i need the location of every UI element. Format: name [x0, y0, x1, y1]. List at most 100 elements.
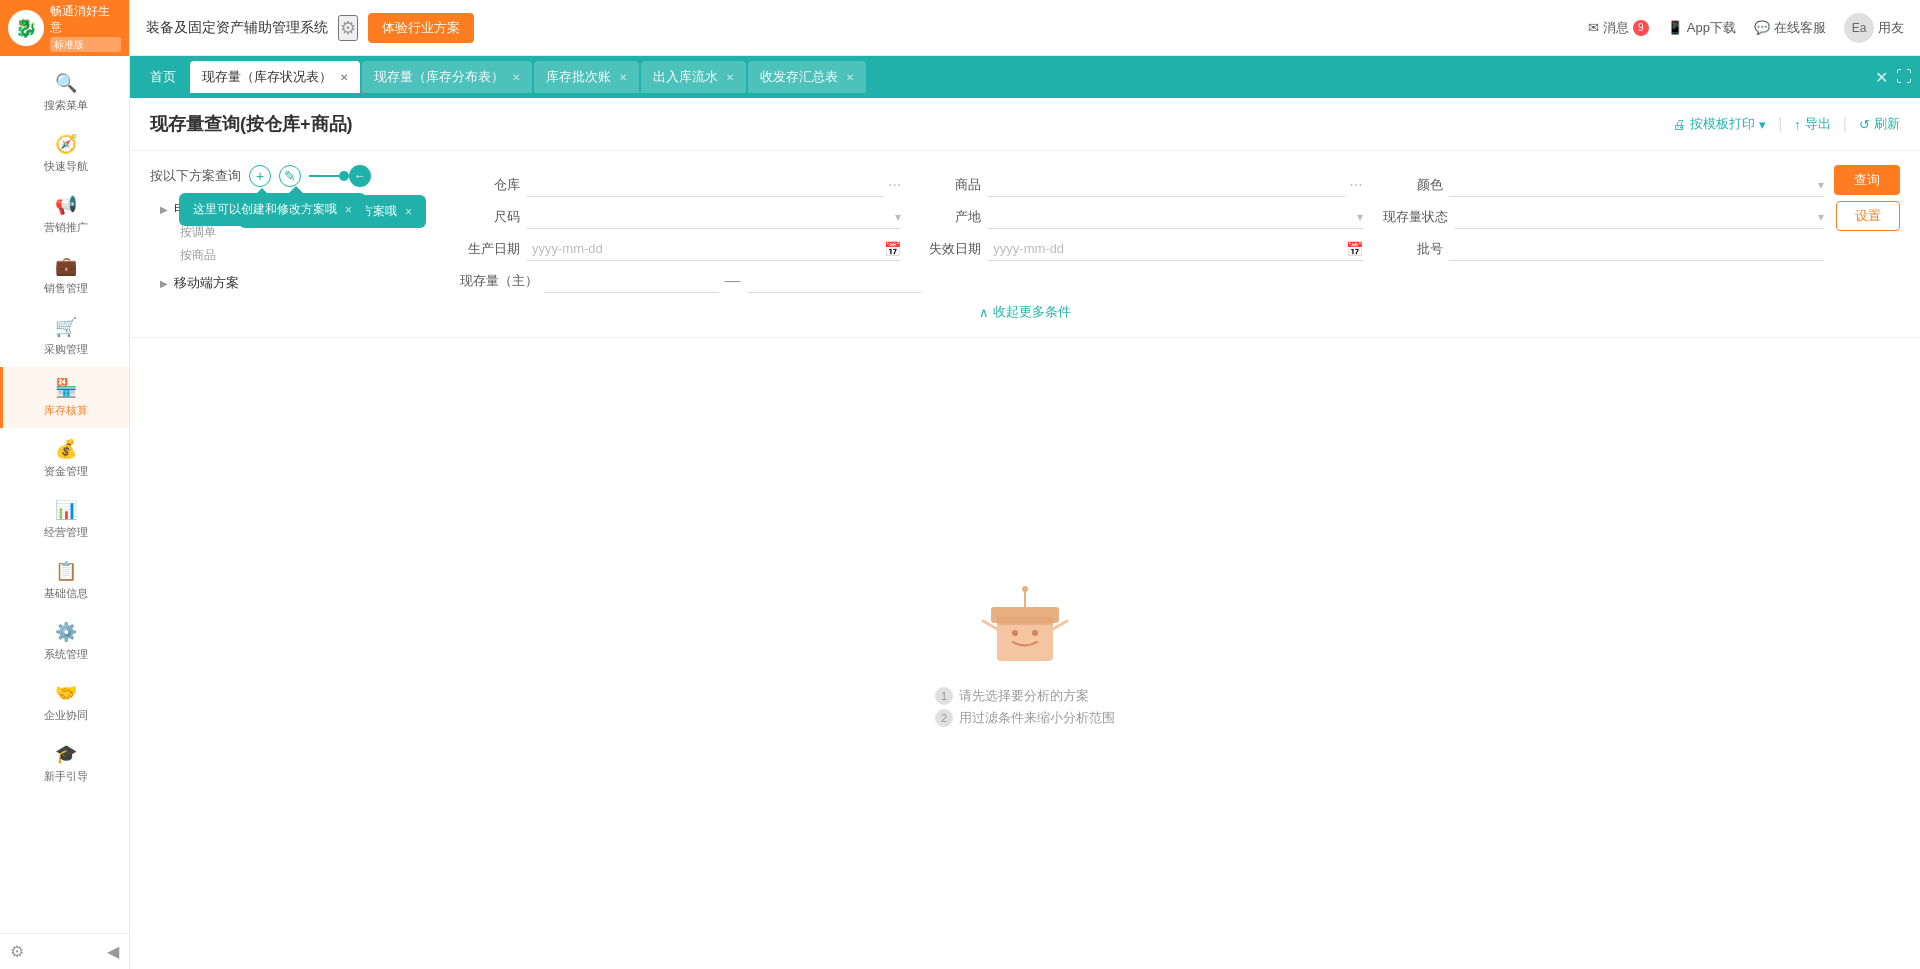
batch-no-input[interactable] [1449, 237, 1824, 261]
scheme-pc-child2[interactable]: 按商品 [180, 244, 450, 267]
export-btn[interactable]: ↑ 导出 [1794, 115, 1831, 133]
sidebar-item-label: 快速导航 [44, 159, 88, 174]
color-select[interactable] [1449, 173, 1824, 197]
collapse-sidebar-btn[interactable]: ◀ [107, 942, 119, 961]
filter-left-col: 按以下方案查询 + 电脑方案可设为移动方案哦 × ✎ [150, 165, 450, 295]
sidebar-item-label: 营销推广 [44, 220, 88, 235]
sidebar-item-sales[interactable]: 💼 销售管理 [0, 245, 129, 306]
print-btn[interactable]: 🖨 按模板打印 ▾ [1673, 115, 1766, 133]
expand-tab-btn[interactable]: ⛶ [1896, 68, 1912, 86]
chevron-down-icon: ▾ [1818, 178, 1824, 192]
settings-footer-btn[interactable]: ⚙ [10, 942, 24, 961]
exp-date-label: 失效日期 [921, 240, 981, 258]
sidebar-item-enterprise[interactable]: 🤝 企业协同 [0, 672, 129, 733]
chevron-down-icon: ▾ [895, 210, 901, 224]
topbar-app-download[interactable]: 📱 App下载 [1667, 19, 1736, 37]
batch-no-input-wrap [1449, 237, 1824, 261]
add-tooltip-close-btn[interactable]: × [405, 205, 412, 219]
back-btn[interactable]: ← [349, 165, 371, 187]
size-select[interactable] [526, 205, 901, 229]
size-input-wrap: ▾ [526, 205, 901, 229]
tab-label: 收发存汇总表 [760, 68, 838, 86]
message-badge: 9 [1633, 20, 1649, 36]
tab-label: 现存量（库存分布表） [374, 68, 504, 86]
sidebar-item-label: 库存核算 [44, 403, 88, 418]
sidebar-item-operation[interactable]: 📊 经营管理 [0, 489, 129, 550]
exp-date-input-wrap: 📅 [987, 237, 1362, 261]
tab-inout[interactable]: 出入库流水 ✕ [641, 61, 746, 93]
sidebar-item-newbie[interactable]: 🎓 新手引导 [0, 733, 129, 794]
page-header-actions: 🖨 按模板打印 ▾ | ↑ 导出 | ↺ 刷新 [1673, 115, 1900, 133]
tab-close-btn[interactable]: ✕ [726, 72, 734, 83]
system-icon: ⚙️ [55, 621, 77, 643]
tab-summary[interactable]: 收发存汇总表 ✕ [748, 61, 866, 93]
prod-date-input-wrap: 📅 [526, 237, 901, 261]
filter-stock-status: 现存量状态 ▾ [1383, 205, 1824, 229]
stock-status-label: 现存量状态 [1383, 208, 1448, 226]
tab-batch[interactable]: 库存批次账 ✕ [534, 61, 639, 93]
prod-date-input[interactable] [526, 237, 901, 261]
tab-close-btn[interactable]: ✕ [619, 72, 627, 83]
message-icon: ✉ [1588, 20, 1599, 35]
edit-tooltip-close-btn[interactable]: × [345, 203, 352, 217]
sidebar-item-label: 新手引导 [44, 769, 88, 784]
svg-point-6 [1022, 586, 1028, 592]
goods-dots-btn[interactable]: ··· [1349, 176, 1362, 194]
reset-btn[interactable]: 设置 [1836, 201, 1900, 231]
topbar: 装备及固定资产辅助管理系统 ⚙ 体验行业方案 ✉ 消息 9 📱 App下载 💬 … [130, 0, 1920, 56]
warehouse-dots-btn[interactable]: ··· [888, 176, 901, 194]
filter-fields-and-actions: 仓库 ··· 商品 [460, 165, 1900, 293]
support-icon: 💬 [1754, 20, 1770, 35]
topbar-settings-btn[interactable]: ⚙ [338, 15, 358, 41]
experience-btn[interactable]: 体验行业方案 [368, 13, 474, 43]
topbar-messages[interactable]: ✉ 消息 9 [1588, 19, 1649, 37]
sidebar-item-basic[interactable]: 📋 基础信息 [0, 550, 129, 611]
tabs-bar-end: ✕ ⛶ [1875, 68, 1912, 87]
sidebar-item-finance[interactable]: 💰 资金管理 [0, 428, 129, 489]
origin-select[interactable] [987, 205, 1362, 229]
tab-home[interactable]: 首页 [138, 61, 188, 93]
stock-main-from[interactable] [544, 269, 719, 293]
tab-inventory-status[interactable]: 现存量（库存状况表） ✕ [190, 61, 360, 93]
sales-icon: 💼 [55, 255, 77, 277]
warehouse-input[interactable] [526, 173, 884, 197]
filter-collapse-btn[interactable]: ∧ 收起更多条件 [150, 295, 1900, 329]
filter-actions: 查询 设置 [1834, 165, 1900, 231]
phone-icon: 📱 [1667, 20, 1683, 35]
sidebar-item-search[interactable]: 🔍 搜索菜单 [0, 62, 129, 123]
filter-prod-date: 生产日期 📅 [460, 237, 901, 261]
connector: ← [309, 165, 371, 187]
stock-status-select[interactable] [1454, 205, 1824, 229]
tab-close-btn[interactable]: ✕ [340, 72, 348, 83]
main-area: 装备及固定资产辅助管理系统 ⚙ 体验行业方案 ✉ 消息 9 📱 App下载 💬 … [130, 0, 1920, 969]
tab-label: 库存批次账 [546, 68, 611, 86]
search-btn[interactable]: 查询 [1834, 165, 1900, 195]
support-label: 在线客服 [1774, 19, 1826, 37]
stock-main-to[interactable] [747, 269, 922, 293]
scheme-mobile[interactable]: ▶ 移动端方案 [160, 271, 450, 295]
page-header: 现存量查询(按仓库+商品) 🖨 按模板打印 ▾ | ↑ 导出 | ↺ 刷新 [130, 98, 1920, 151]
exp-date-input[interactable] [987, 237, 1362, 261]
sidebar-item-quick-nav[interactable]: 🧭 快速导航 [0, 123, 129, 184]
topbar-user[interactable]: Ea 用友 [1844, 13, 1904, 43]
sidebar-item-marketing[interactable]: 📢 营销推广 [0, 184, 129, 245]
prod-date-calendar-icon[interactable]: 📅 [884, 241, 901, 257]
filter-origin: 产地 ▾ [921, 205, 1362, 229]
export-icon: ↑ [1794, 117, 1801, 132]
goods-input[interactable] [987, 173, 1345, 197]
sidebar-item-inventory[interactable]: 🏪 库存核算 [0, 367, 129, 428]
refresh-btn[interactable]: ↺ 刷新 [1859, 115, 1900, 133]
sidebar-item-system[interactable]: ⚙️ 系统管理 [0, 611, 129, 672]
tab-inventory-dist[interactable]: 现存量（库存分布表） ✕ [362, 61, 532, 93]
operation-icon: 📊 [55, 499, 77, 521]
sidebar-item-purchase[interactable]: 🛒 采购管理 [0, 306, 129, 367]
tab-close-btn[interactable]: ✕ [846, 72, 854, 83]
tab-close-btn[interactable]: ✕ [512, 72, 520, 83]
purchase-icon: 🛒 [55, 316, 77, 338]
filter-main-row: 按以下方案查询 + 电脑方案可设为移动方案哦 × ✎ [150, 165, 1900, 295]
logo-badge: 标准版 [50, 37, 121, 52]
topbar-online-support[interactable]: 💬 在线客服 [1754, 19, 1826, 37]
exp-date-calendar-icon[interactable]: 📅 [1346, 241, 1363, 257]
basic-icon: 📋 [55, 560, 77, 582]
close-all-tabs-btn[interactable]: ✕ [1875, 68, 1888, 87]
